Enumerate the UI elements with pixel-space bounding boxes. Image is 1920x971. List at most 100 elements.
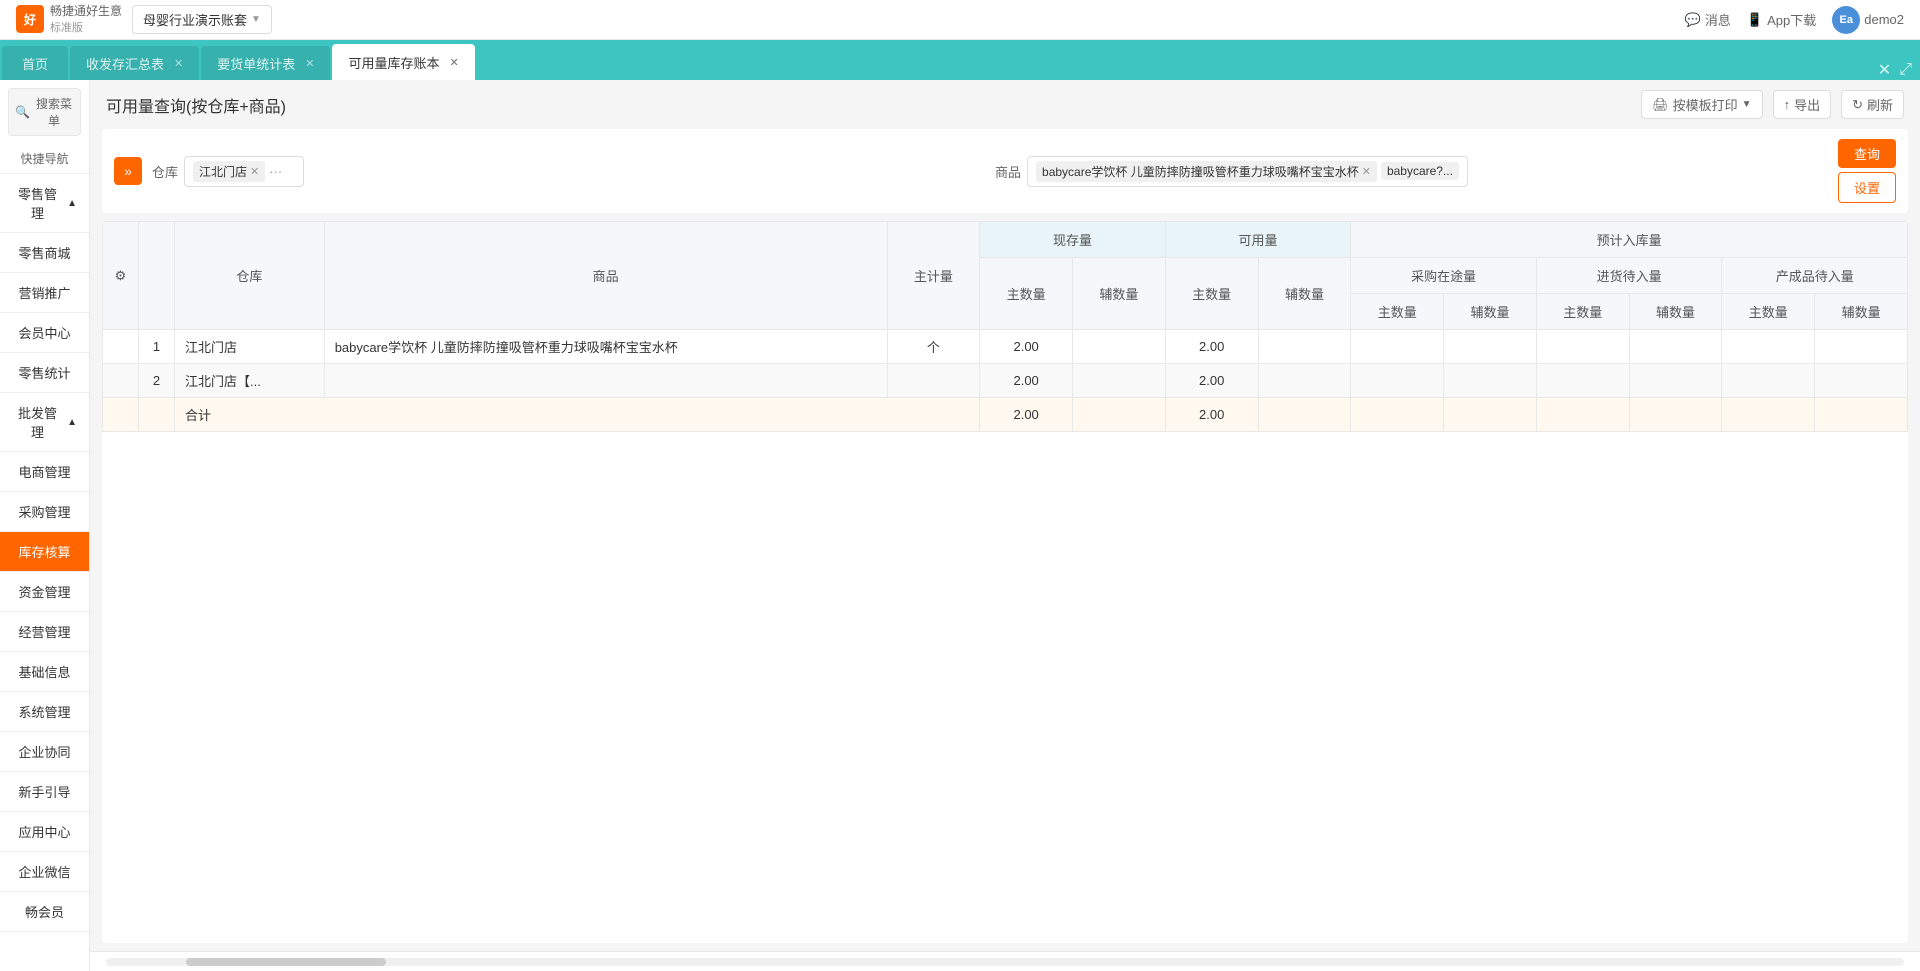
sidebar-item-vip[interactable]: 畅会员 <box>0 892 89 932</box>
tab-available-close[interactable]: ✕ <box>450 56 459 69</box>
tab-bar-right: ✕ ⤢ <box>1878 60 1920 80</box>
refresh-btn[interactable]: ↻ 刷新 <box>1841 90 1904 119</box>
row2-inbound-aux <box>1629 364 1722 398</box>
warehouse-input[interactable]: 江北门店 ✕ ··· <box>184 156 304 187</box>
row2-available-main: 2.00 <box>1165 364 1258 398</box>
page-title: 可用量查询(按仓库+商品) <box>106 93 286 117</box>
row1-available-main: 2.00 <box>1165 330 1258 364</box>
sidebar-item-member[interactable]: 会员中心 <box>0 313 89 353</box>
app-download-btn[interactable]: 📱 App下载 <box>1747 10 1816 29</box>
row2-product <box>324 364 887 398</box>
th-product-aux: 辅数量 <box>1815 294 1908 330</box>
th-no <box>139 222 175 330</box>
row2-product-main <box>1722 364 1815 398</box>
th-current-stock: 现存量 <box>980 222 1166 258</box>
row2-settings <box>103 364 139 398</box>
sidebar-item-enterprise[interactable]: 企业协同 <box>0 732 89 772</box>
th-inbound-main: 主数量 <box>1536 294 1629 330</box>
data-table: ⚙ 仓库 商品 主计量 现存量 可用量 预计入库量 主数量 辅数量 主数量 辅数… <box>102 221 1908 432</box>
product-tag2: babycare?... <box>1381 162 1459 180</box>
th-product-pending: 产成品待入量 <box>1722 258 1908 294</box>
close-all-icon[interactable]: ✕ <box>1878 60 1891 80</box>
scrollbar-thumb[interactable] <box>186 958 386 966</box>
total-p6 <box>1815 398 1908 432</box>
row1-purchase-main <box>1351 330 1444 364</box>
row2-unit <box>887 364 980 398</box>
sidebar-item-new-guide[interactable]: 新手引导 <box>0 772 89 812</box>
sidebar-item-marketing[interactable]: 营销推广 <box>0 273 89 313</box>
sidebar-item-retail-shop[interactable]: 零售商城 <box>0 233 89 273</box>
scrollbar-track[interactable] <box>106 958 1904 966</box>
tab-order-close[interactable]: ✕ <box>305 57 314 70</box>
product-tag1-remove[interactable]: ✕ <box>1362 165 1371 178</box>
sidebar-item-basic-info[interactable]: 基础信息 <box>0 652 89 692</box>
th-expected-inbound: 预计入库量 <box>1351 222 1908 258</box>
export-icon: ↑ <box>1784 97 1791 112</box>
sidebar-item-wholesale[interactable]: 批发管理 ▲ <box>0 393 89 452</box>
row2-current-aux <box>1073 364 1166 398</box>
row1-product: babycare学饮杯 儿童防摔防撞吸管杯重力球吸嘴杯宝宝水杯 <box>324 330 887 364</box>
th-settings[interactable]: ⚙ <box>103 222 139 330</box>
sidebar-item-retail-mgmt[interactable]: 零售管理 ▲ <box>0 174 89 233</box>
th-purchase-in-transit: 采购在途量 <box>1351 258 1537 294</box>
filter-toggle-btn[interactable]: » <box>114 157 142 185</box>
maximize-icon[interactable]: ⤢ <box>1899 61 1912 79</box>
row1-current-aux <box>1073 330 1166 364</box>
sidebar-item-system[interactable]: 系统管理 <box>0 692 89 732</box>
quick-nav-btn[interactable]: 快捷导航 <box>0 144 89 174</box>
footer-bar <box>90 951 1920 971</box>
th-current-aux-qty: 辅数量 <box>1073 258 1166 330</box>
warehouse-more-icon[interactable]: ··· <box>269 164 282 179</box>
row2-purchase-aux <box>1444 364 1537 398</box>
product-input[interactable]: babycare学饮杯 儿童防摔防撞吸管杯重力球吸嘴杯宝宝水杯 ✕ babyca… <box>1027 156 1468 187</box>
download-icon: 📱 <box>1747 12 1763 28</box>
product-filter-group: 商品 babycare学饮杯 儿童防摔防撞吸管杯重力球吸嘴杯宝宝水杯 ✕ bab… <box>995 156 1828 187</box>
chevron-right-icon: » <box>124 163 132 179</box>
query-btn[interactable]: 查询 <box>1838 139 1896 168</box>
tab-receive[interactable]: 收发存汇总表 ✕ <box>70 46 199 80</box>
row1-purchase-aux <box>1444 330 1537 364</box>
th-main-unit: 主计量 <box>887 222 980 330</box>
sidebar-item-finance[interactable]: 资金管理 <box>0 572 89 612</box>
export-btn[interactable]: ↑ 导出 <box>1773 90 1832 119</box>
search-menu-btn[interactable]: 🔍 搜索菜单 <box>8 88 81 136</box>
sidebar-item-inventory[interactable]: 库存核算 <box>0 532 89 572</box>
page-actions: 🖨 按模板打印 ▼ ↑ 导出 ↻ 刷新 <box>1641 90 1904 119</box>
dropdown-arrow-icon: ▼ <box>251 14 261 25</box>
total-p3 <box>1536 398 1629 432</box>
content-area: 可用量查询(按仓库+商品) 🖨 按模板打印 ▼ ↑ 导出 ↻ 刷新 <box>90 80 1920 971</box>
sidebar-item-retail-stats[interactable]: 零售统计 <box>0 353 89 393</box>
sidebar-item-enterprise-wechat[interactable]: 企业微信 <box>0 852 89 892</box>
th-current-main-qty: 主数量 <box>980 258 1073 330</box>
logo-text-area: 畅捷通好生意 标准版 <box>50 4 122 34</box>
total-p4 <box>1629 398 1722 432</box>
row1-unit: 个 <box>887 330 980 364</box>
settings-filter-btn[interactable]: 设置 <box>1838 172 1896 203</box>
sidebar-item-operations[interactable]: 经营管理 <box>0 612 89 652</box>
th-available-aux-qty: 辅数量 <box>1258 258 1351 330</box>
sidebar-item-app-center[interactable]: 应用中心 <box>0 812 89 852</box>
warehouse-tag-remove[interactable]: ✕ <box>250 165 259 178</box>
user-profile[interactable]: Ea demo2 <box>1832 6 1904 34</box>
top-bar-left: 好 畅捷通好生意 标准版 母婴行业演示账套 ▼ <box>16 4 272 34</box>
row2-inbound-main <box>1536 364 1629 398</box>
total-available-main: 2.00 <box>1165 398 1258 432</box>
table-container: ⚙ 仓库 商品 主计量 现存量 可用量 预计入库量 主数量 辅数量 主数量 辅数… <box>102 221 1908 943</box>
sidebar-item-ecommerce[interactable]: 电商管理 <box>0 452 89 492</box>
row2-available-aux <box>1258 364 1351 398</box>
page-header: 可用量查询(按仓库+商品) 🖨 按模板打印 ▼ ↑ 导出 ↻ 刷新 <box>90 80 1920 129</box>
tab-receive-close[interactable]: ✕ <box>174 57 183 70</box>
account-selector[interactable]: 母婴行业演示账套 ▼ <box>132 5 272 34</box>
sidebar-item-purchase[interactable]: 采购管理 <box>0 492 89 532</box>
total-current-main: 2.00 <box>980 398 1073 432</box>
tab-home[interactable]: 首页 <box>2 46 68 80</box>
row2-warehouse: 江北门店【... <box>175 364 325 398</box>
tab-available[interactable]: 可用量库存账本 ✕ <box>332 44 474 80</box>
arrow-icon-2: ▲ <box>67 417 77 428</box>
tab-order[interactable]: 要货单统计表 ✕ <box>201 46 330 80</box>
message-btn[interactable]: 💬 消息 <box>1685 10 1731 29</box>
print-btn[interactable]: 🖨 按模板打印 ▼ <box>1641 90 1762 119</box>
th-product-main: 主数量 <box>1722 294 1815 330</box>
total-p2 <box>1444 398 1537 432</box>
tab-bar: 首页 收发存汇总表 ✕ 要货单统计表 ✕ 可用量库存账本 ✕ ✕ ⤢ <box>0 40 1920 80</box>
